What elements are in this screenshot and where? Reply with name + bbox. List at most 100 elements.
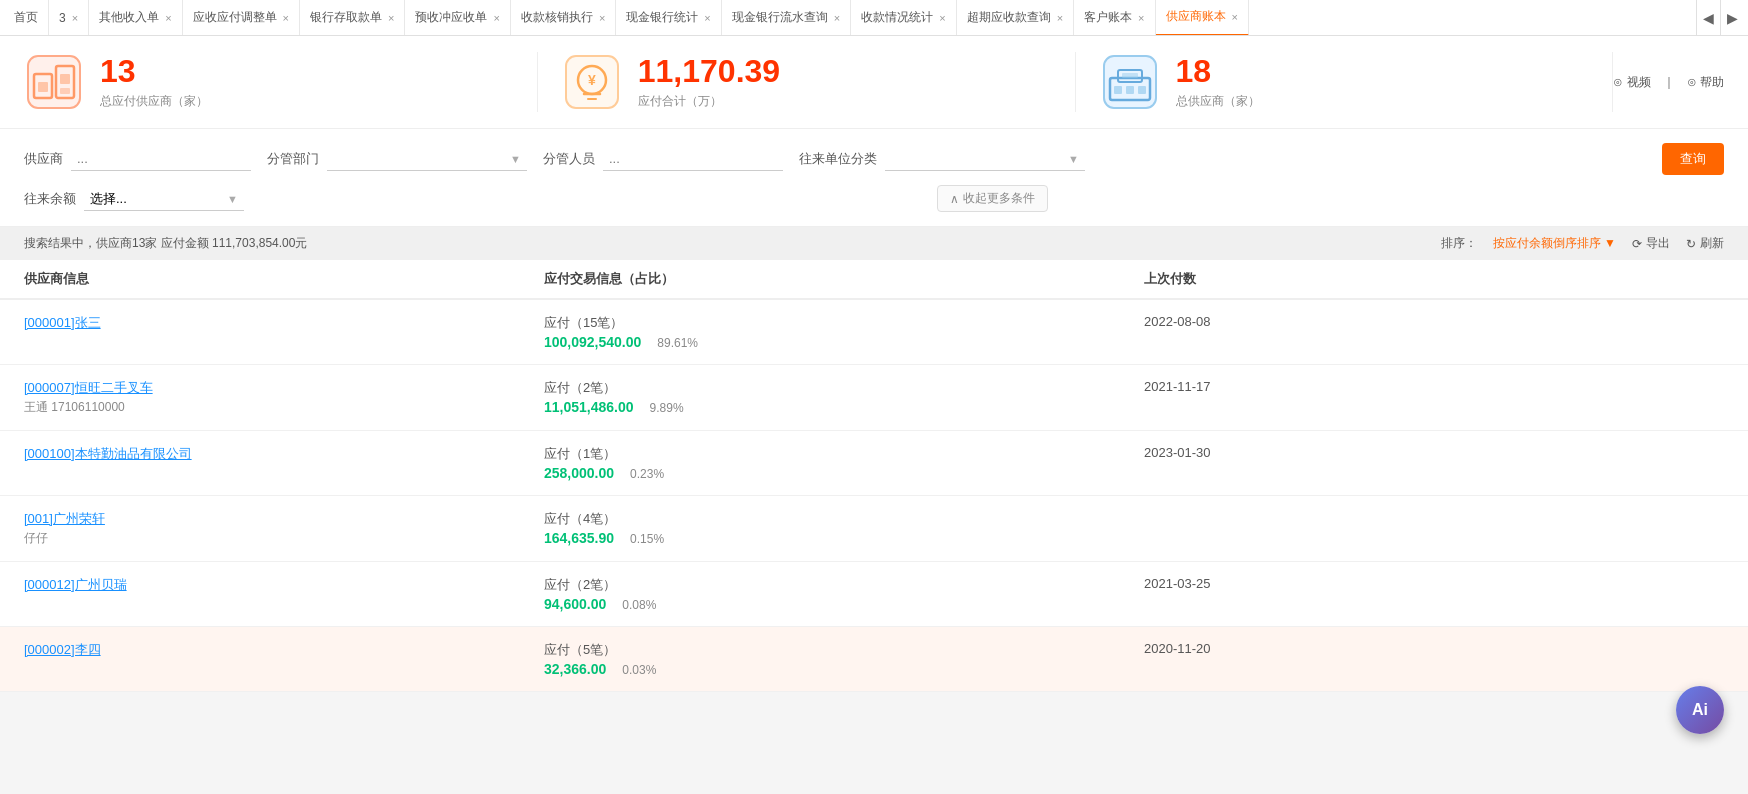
balance-select[interactable]: 选择...: [84, 187, 244, 211]
total-suppliers-number: 18: [1176, 54, 1260, 89]
nav-tab-supplier-ledger[interactable]: 供应商账本 ×: [1156, 0, 1249, 36]
supplier-info-cell: [000007]恒旺二手叉车王通 17106110000: [24, 379, 544, 416]
summary-bar: 13 总应付供应商（家） ¥ 11,170.39 应付合计（万）: [0, 36, 1748, 129]
supplier-link[interactable]: [000002]李四: [24, 642, 101, 657]
supplier-link[interactable]: [000001]张三: [24, 315, 101, 330]
tx-row: 32,366.000.03%: [544, 659, 1144, 677]
header-last-pay: 上次付数: [1144, 270, 1724, 288]
close-icon[interactable]: ×: [72, 12, 78, 24]
close-icon[interactable]: ×: [1138, 12, 1144, 24]
payable-total-number: 11,170.39: [638, 54, 780, 89]
close-icon[interactable]: ×: [283, 12, 289, 24]
nav-tab-receipt-verify[interactable]: 收款核销执行 ×: [511, 0, 616, 36]
close-icon[interactable]: ×: [493, 12, 499, 24]
person-input[interactable]: [603, 147, 783, 171]
svg-rect-14: [1114, 86, 1122, 94]
tx-amount[interactable]: 94,600.00: [544, 596, 606, 612]
nav-tab-other-income[interactable]: 其他收入单 ×: [89, 0, 182, 36]
close-icon[interactable]: ×: [165, 12, 171, 24]
header-supplier: 供应商信息: [24, 270, 544, 288]
right-actions: 排序： 按应付余额倒序排序 ▼ ⟳ 导出 ↻ 刷新: [1441, 235, 1724, 252]
dept-label: 分管部门: [267, 150, 319, 168]
nav-tab-cash-bank-flow[interactable]: 现金银行流水查询 ×: [722, 0, 851, 36]
dept-select[interactable]: [327, 147, 527, 171]
nav-tab-ar-ap-adjust[interactable]: 应收应付调整单 ×: [183, 0, 300, 36]
transaction-cell: 应付（5笔）32,366.000.03%: [544, 641, 1144, 677]
payable-suppliers-icon: [24, 52, 84, 112]
close-icon[interactable]: ×: [1057, 12, 1063, 24]
nav-prev-arrow[interactable]: ◀: [1696, 0, 1720, 36]
transaction-cell: 应付（2笔） 11,051,486.00 9.89%: [544, 379, 1144, 415]
supplier-link[interactable]: [000100]本特勤油品有限公司: [24, 446, 192, 461]
filter-unit-class: 往来单位分类 ▼: [799, 147, 1085, 171]
close-icon[interactable]: ×: [599, 12, 605, 24]
transaction-cell: 应付（4笔）164,635.900.15%: [544, 510, 1144, 546]
tx-amount[interactable]: 258,000.00: [544, 465, 614, 481]
tx-label: 应付（2笔）: [544, 379, 1144, 397]
tx-pct: 9.89%: [650, 401, 684, 415]
table-header: 供应商信息 应付交易信息（占比） 上次付数: [0, 260, 1748, 300]
nav-tab-customer-ledger[interactable]: 客户账本 ×: [1074, 0, 1155, 36]
supplier-link[interactable]: [001]广州荣轩: [24, 511, 105, 526]
last-pay-date: 2023-01-30: [1144, 445, 1211, 460]
supplier-info-cell: [000002]李四: [24, 641, 544, 659]
tx-amount[interactable]: 164,635.90: [544, 530, 614, 546]
unit-class-select-wrap: ▼: [885, 147, 1085, 171]
supplier-link[interactable]: [000007]恒旺二手叉车: [24, 380, 153, 395]
transaction-cell: 应付（1笔）258,000.000.23%: [544, 445, 1144, 481]
supplier-info-cell: [000100]本特勤油品有限公司: [24, 445, 544, 463]
tx-pct: 89.61%: [657, 336, 698, 350]
help-link[interactable]: ⊙ 帮助: [1687, 74, 1724, 91]
summary-card-payable-suppliers: 13 总应付供应商（家）: [24, 52, 538, 112]
close-icon[interactable]: ×: [834, 12, 840, 24]
nav-tab-prepay-offset[interactable]: 预收冲应收单 ×: [405, 0, 510, 36]
header-transaction: 应付交易信息（占比）: [544, 270, 1144, 288]
balance-label: 往来余额: [24, 190, 76, 208]
unit-class-select[interactable]: [885, 147, 1085, 171]
tx-amount[interactable]: 11,051,486.00: [544, 399, 634, 415]
payable-total-label: 应付合计（万）: [638, 93, 780, 110]
export-icon: ⟳: [1632, 237, 1642, 251]
nav-tab-home[interactable]: 首页: [4, 0, 49, 36]
filter-dept: 分管部门 ▼: [267, 147, 527, 171]
last-pay-cell: 2022-08-08: [1144, 314, 1724, 329]
svg-rect-15: [1126, 86, 1134, 94]
supplier-info-cell: [000012]广州贝瑞: [24, 576, 544, 594]
payable-total-info: 11,170.39 应付合计（万）: [638, 54, 780, 110]
table-row: [000100]本特勤油品有限公司 应付（1笔）258,000.000.23%20…: [0, 431, 1748, 496]
last-pay-date: 2020-11-20: [1144, 641, 1211, 656]
tx-label: 应付（15笔）: [544, 314, 1144, 332]
tx-amount[interactable]: 100,092,540.00: [544, 334, 641, 350]
close-icon[interactable]: ×: [939, 12, 945, 24]
transaction-cell: 应付（15笔） 100,092,540.00 89.61%: [544, 314, 1144, 350]
collapse-button[interactable]: ∧ 收起更多条件: [937, 185, 1048, 212]
nav-next-arrow[interactable]: ▶: [1720, 0, 1744, 36]
tx-row: 258,000.000.23%: [544, 463, 1144, 481]
tx-amount[interactable]: 32,366.00: [544, 661, 606, 677]
search-button[interactable]: 查询: [1662, 143, 1724, 175]
svg-rect-0: [28, 56, 80, 108]
supplier-link[interactable]: [000012]广州贝瑞: [24, 577, 127, 592]
nav-tab-3[interactable]: 3 ×: [49, 0, 89, 36]
nav-tab-receipt-stat[interactable]: 收款情况统计 ×: [851, 0, 956, 36]
nav-tab-cash-bank-stat[interactable]: 现金银行统计 ×: [616, 0, 721, 36]
close-icon[interactable]: ×: [1232, 11, 1238, 23]
refresh-button[interactable]: ↻ 刷新: [1686, 235, 1724, 252]
filter-area: 供应商 分管部门 ▼ 分管人员 往来单位分类 ▼: [0, 129, 1748, 227]
nav-tab-overdue-ar[interactable]: 超期应收款查询 ×: [957, 0, 1074, 36]
sort-prefix: 排序：: [1441, 235, 1477, 252]
close-icon[interactable]: ×: [704, 12, 710, 24]
total-suppliers-icon: [1100, 52, 1160, 112]
payable-suppliers-label: 总应付供应商（家）: [100, 93, 208, 110]
table-row: [000002]李四 应付（5笔）32,366.000.03%2020-11-20: [0, 627, 1748, 692]
supplier-sub-info: 仔仔: [24, 530, 544, 547]
refresh-icon: ↻: [1686, 237, 1696, 251]
last-pay-date: 2021-03-25: [1144, 576, 1211, 591]
export-button[interactable]: ⟳ 导出: [1632, 235, 1670, 252]
supplier-input[interactable]: [71, 147, 251, 171]
close-icon[interactable]: ×: [388, 12, 394, 24]
tx-label: 应付（4笔）: [544, 510, 1144, 528]
nav-tab-bank-deposit[interactable]: 银行存取款单 ×: [300, 0, 405, 36]
video-link[interactable]: ⊙ 视频: [1613, 74, 1650, 91]
sort-value[interactable]: 按应付余额倒序排序 ▼: [1493, 235, 1616, 252]
